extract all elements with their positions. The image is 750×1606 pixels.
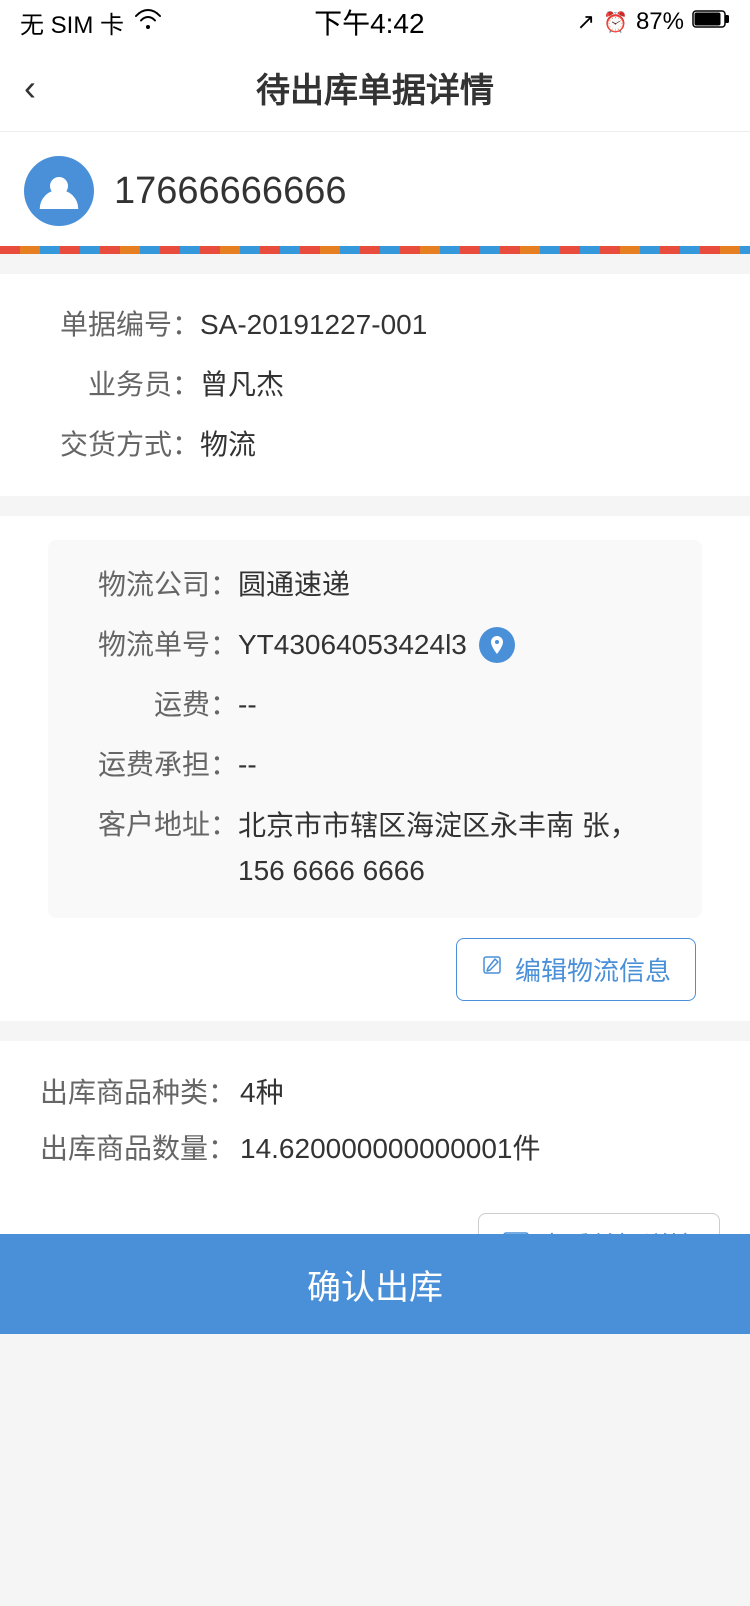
location-icon: ↗ — [577, 9, 595, 35]
clock-icon: ⏰ — [603, 10, 628, 35]
tracking-label: 物流单号： — [78, 624, 238, 666]
edit-icon — [481, 954, 505, 985]
freight-bearer-row: 运费承担： -- — [78, 744, 672, 786]
goods-quantity-value: 14.620000000000001件 — [240, 1127, 541, 1167]
customer-phone: 17666666666 — [114, 170, 346, 213]
logistics-company-row: 物流公司： 圆通速递 — [78, 564, 672, 606]
order-number-row: 单据编号： SA-20191227-001 — [40, 304, 710, 346]
address-row: 客户地址： 北京市市辖区海淀区永丰南 张，156 6666 6666 — [78, 804, 672, 894]
order-info-card: 单据编号： SA-20191227-001 业务员： 曾凡杰 交货方式： 物流 — [0, 274, 750, 496]
back-button[interactable]: ‹ — [24, 67, 36, 109]
customer-header: 17666666666 — [0, 132, 750, 246]
logistics-card: 物流公司： 圆通速递 物流单号： YT43064053424l3 运费： -- — [48, 540, 702, 918]
sales-person-label: 业务员： — [40, 364, 200, 406]
confirm-button-label: 确认出库 — [307, 1260, 443, 1309]
page-title: 待出库单据详情 — [256, 63, 494, 112]
avatar — [24, 156, 94, 226]
delivery-method-label: 交货方式： — [40, 424, 200, 466]
goods-type-label: 出库商品种类： — [40, 1071, 240, 1111]
edit-logistics-button[interactable]: 编辑物流信息 — [456, 938, 696, 1001]
status-right: ↗ ⏰ 87% — [577, 8, 730, 37]
delivery-method-row: 交货方式： 物流 — [40, 424, 710, 466]
address-value: 北京市市辖区海淀区永丰南 张，156 6666 6666 — [238, 804, 672, 894]
wifi-icon — [134, 8, 162, 37]
address-label: 客户地址： — [78, 804, 238, 846]
confirm-bar[interactable]: 确认出库 — [0, 1234, 750, 1334]
goods-quantity-label: 出库商品数量： — [40, 1127, 240, 1167]
dashed-divider — [0, 246, 750, 254]
location-pin-icon[interactable] — [479, 627, 515, 663]
sales-person-value: 曾凡杰 — [200, 364, 710, 406]
tracking-number-row: 物流单号： YT43064053424l3 — [78, 624, 672, 666]
logistics-company-label: 物流公司： — [78, 564, 238, 606]
carrier-label: 无 SIM 卡 — [20, 5, 124, 40]
nav-bar: ‹ 待出库单据详情 — [0, 44, 750, 132]
goods-quantity-row: 出库商品数量： 14.620000000000001件 — [40, 1127, 710, 1167]
logistics-company-value: 圆通速递 — [238, 564, 672, 606]
freight-value: -- — [238, 684, 672, 726]
freight-bearer-value: -- — [238, 744, 672, 786]
order-number-value: SA-20191227-001 — [200, 304, 710, 346]
freight-row: 运费： -- — [78, 684, 672, 726]
tracking-value: YT43064053424l3 — [238, 624, 672, 666]
battery-icon — [692, 8, 730, 37]
battery-label: 87% — [636, 8, 684, 36]
status-left: 无 SIM 卡 — [20, 5, 162, 40]
time-label: 下午4:42 — [314, 2, 425, 42]
goods-type-row: 出库商品种类： 4种 — [40, 1071, 710, 1111]
bottom-filler — [0, 1306, 750, 1506]
freight-bearer-label: 运费承担： — [78, 744, 238, 786]
goods-summary-card: 出库商品种类： 4种 出库商品数量： 14.620000000000001件 — [0, 1041, 750, 1197]
freight-label: 运费： — [78, 684, 238, 726]
order-number-label: 单据编号： — [40, 304, 200, 346]
edit-logistics-area: 编辑物流信息 — [24, 918, 726, 1021]
delivery-method-value: 物流 — [200, 424, 710, 466]
logistics-section: 物流公司： 圆通速递 物流单号： YT43064053424l3 运费： -- — [0, 516, 750, 1021]
status-bar: 无 SIM 卡 下午4:42 ↗ ⏰ 87% — [0, 0, 750, 44]
goods-type-value: 4种 — [240, 1071, 284, 1111]
edit-logistics-label: 编辑物流信息 — [515, 951, 671, 988]
sales-person-row: 业务员： 曾凡杰 — [40, 364, 710, 406]
